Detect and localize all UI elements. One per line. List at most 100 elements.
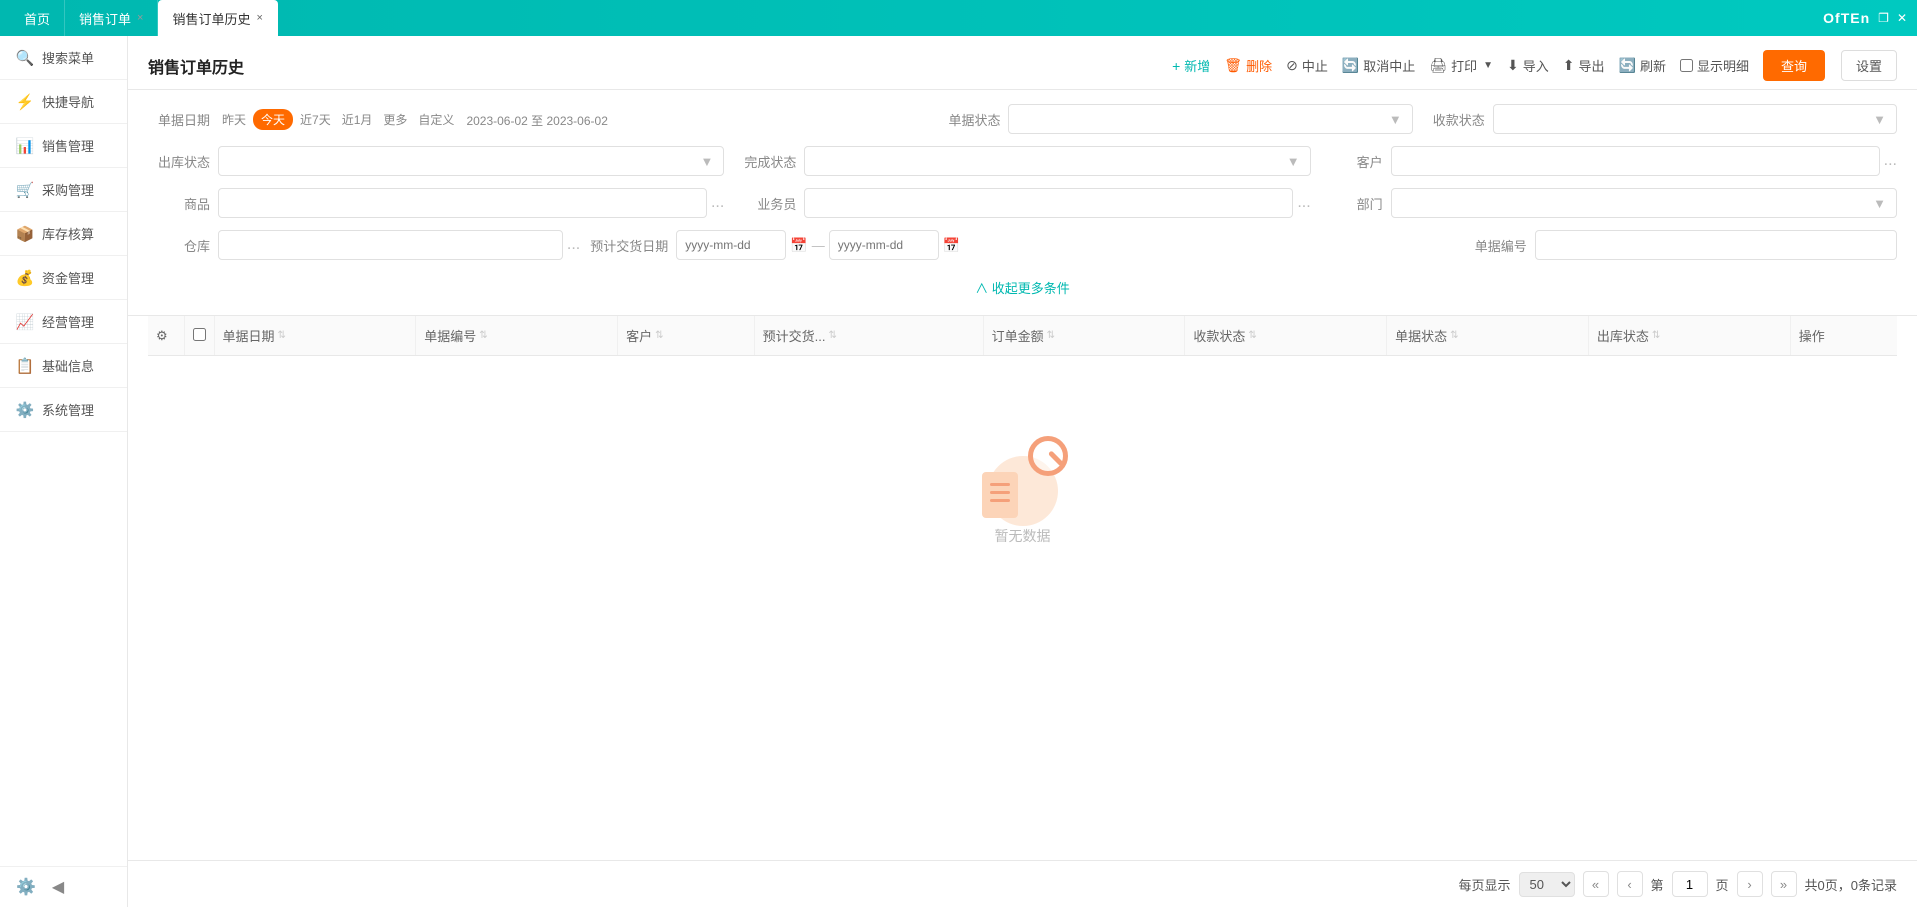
date-btn-yesterday[interactable]: 昨天: [218, 109, 250, 130]
next-page-button[interactable]: ›: [1737, 871, 1763, 897]
date-btn-more[interactable]: 更多: [379, 109, 411, 130]
filter-group-expected-date: 预计交货日期 📅 — 📅: [590, 230, 1455, 260]
goods-dots-icon[interactable]: ...: [711, 194, 724, 212]
filter-group-customer: 客户 ...: [1321, 146, 1897, 176]
basic-info-icon: 📋: [16, 357, 34, 375]
current-page-input[interactable]: [1672, 871, 1708, 897]
complete-status-label: 完成状态: [734, 152, 804, 171]
bill-status-select[interactable]: ▼: [1008, 104, 1412, 134]
th-check[interactable]: [184, 316, 214, 356]
sidebar-item-basic-info[interactable]: 📋 基础信息: [0, 344, 127, 388]
th-expected-delivery[interactable]: 预计交货... ⇅: [754, 316, 983, 356]
sidebar-item-quick-nav[interactable]: ⚡ 快捷导航: [0, 80, 127, 124]
last-page-button[interactable]: »: [1771, 871, 1797, 897]
close-tab-sales-order-history[interactable]: ×: [256, 12, 262, 24]
first-page-icon: «: [1592, 877, 1599, 892]
export-icon: ⬆: [1563, 57, 1575, 74]
show-detail-checkbox[interactable]: 显示明细: [1680, 56, 1749, 75]
sidebar-item-inventory[interactable]: 📦 库存核算: [0, 212, 127, 256]
sidebar-item-label: 销售管理: [42, 136, 94, 155]
first-page-button[interactable]: «: [1583, 871, 1609, 897]
calendar-to-icon[interactable]: 📅: [943, 237, 960, 254]
restore-icon[interactable]: ❐: [1878, 11, 1889, 25]
delete-button[interactable]: 🗑 删除: [1224, 56, 1272, 75]
th-bill-status[interactable]: 单据状态 ⇅: [1387, 316, 1589, 356]
department-ctrl: ▼: [1391, 188, 1897, 218]
th-out-status[interactable]: 出库状态 ⇅: [1588, 316, 1790, 356]
select-all-checkbox[interactable]: [193, 328, 206, 341]
expected-date-to-input[interactable]: [829, 230, 939, 260]
page-header: 销售订单历史 + 新增 🗑 删除 ⊘ 中止 🔄 取消中止: [128, 36, 1917, 90]
empty-magnifier: [1028, 436, 1068, 476]
expected-date-ctrl: 📅 — 📅: [676, 230, 1454, 260]
th-settings[interactable]: ⚙: [148, 316, 184, 356]
collapse-sidebar-icon[interactable]: ◀: [52, 877, 64, 897]
complete-status-select[interactable]: ▼: [804, 146, 1310, 176]
department-select[interactable]: ▼: [1391, 188, 1897, 218]
sidebar-item-sales-mgmt[interactable]: 📊 销售管理: [0, 124, 127, 168]
page-title: 销售订单历史: [148, 54, 244, 78]
th-payment-status[interactable]: 收款状态 ⇅: [1185, 316, 1387, 356]
show-detail-input[interactable]: [1680, 59, 1693, 72]
bill-status-ctrl: ▼: [1008, 104, 1412, 134]
prev-page-button[interactable]: ‹: [1617, 871, 1643, 897]
sort-bill-date-icon: ⇅: [278, 330, 286, 341]
calendar-from-icon[interactable]: 📅: [790, 237, 807, 254]
out-status-dropdown-icon: ▼: [700, 154, 713, 169]
close-tab-sales-order[interactable]: ×: [137, 12, 143, 24]
stop-button[interactable]: ⊘ 中止: [1286, 56, 1328, 75]
sidebar-item-system-mgmt[interactable]: ⚙️ 系统管理: [0, 388, 127, 432]
out-status-ctrl: ▼: [218, 146, 724, 176]
query-button[interactable]: 查询: [1763, 50, 1825, 81]
customer-input[interactable]: [1391, 146, 1880, 176]
date-btn-today[interactable]: 今天: [253, 109, 293, 130]
sort-out-status-icon: ⇅: [1652, 330, 1660, 341]
sidebar-item-finance[interactable]: 💰 资金管理: [0, 256, 127, 300]
date-btn-custom[interactable]: 自定义: [414, 109, 458, 130]
tab-home[interactable]: 首页: [10, 0, 65, 36]
date-btn-7days[interactable]: 近7天: [296, 109, 335, 130]
sort-customer-icon: ⇅: [655, 330, 663, 341]
out-status-select[interactable]: ▼: [218, 146, 724, 176]
salesperson-dots-icon[interactable]: ...: [1297, 194, 1310, 212]
print-button[interactable]: 🖨 打印 ▼: [1429, 56, 1493, 75]
goods-input[interactable]: [218, 188, 707, 218]
set-button[interactable]: 设置: [1841, 50, 1897, 81]
collapse-row[interactable]: ∧ 收起更多条件: [148, 272, 1897, 301]
customer-dots-icon[interactable]: ...: [1884, 152, 1897, 170]
tab-sales-order[interactable]: 销售订单 ×: [65, 0, 158, 36]
tab-sales-order-history[interactable]: 销售订单历史 ×: [158, 0, 277, 36]
close-icon[interactable]: ✕: [1897, 11, 1907, 25]
sidebar-item-label: 系统管理: [42, 400, 94, 419]
payment-status-select[interactable]: ▼: [1493, 104, 1897, 134]
th-customer[interactable]: 客户 ⇅: [618, 316, 755, 356]
goods-label: 商品: [148, 194, 218, 213]
bill-status-dropdown-icon: ▼: [1389, 112, 1402, 127]
out-status-label: 出库状态: [148, 152, 218, 171]
bill-no-input[interactable]: [1535, 230, 1897, 260]
th-bill-no[interactable]: 单据编号 ⇅: [416, 316, 618, 356]
filter-group-date: 单据日期 昨天 今天 近7天 近1月 更多 自定义 2023-06-02 至 2…: [148, 109, 938, 130]
warehouse-input[interactable]: [218, 230, 563, 260]
sidebar-item-operations[interactable]: 📈 经营管理: [0, 300, 127, 344]
date-btn-1month[interactable]: 近1月: [338, 109, 377, 130]
sidebar-item-search-menu[interactable]: 🔍 搜索菜单: [0, 36, 127, 80]
next-page-icon: ›: [1747, 877, 1751, 892]
th-order-amount[interactable]: 订单金额 ⇅: [983, 316, 1185, 356]
cancel-stop-button[interactable]: 🔄 取消中止: [1342, 56, 1415, 75]
filter-group-goods: 商品 ...: [148, 188, 724, 218]
page-size-select[interactable]: 50 20 100: [1519, 872, 1575, 897]
sidebar-item-purchase-mgmt[interactable]: 🛒 采购管理: [0, 168, 127, 212]
new-button[interactable]: + 新增: [1172, 56, 1210, 75]
refresh-button[interactable]: 🔄 刷新: [1619, 56, 1666, 75]
stop-icon: ⊘: [1286, 57, 1298, 74]
export-button[interactable]: ⬆ 导出: [1563, 56, 1605, 75]
salesperson-input[interactable]: [804, 188, 1293, 218]
warehouse-dots-icon[interactable]: ...: [567, 236, 580, 254]
settings-bottom-icon[interactable]: ⚙️: [16, 877, 36, 897]
th-bill-date[interactable]: 单据日期 ⇅: [214, 316, 416, 356]
import-button[interactable]: ⬇ 导入: [1507, 56, 1549, 75]
expected-date-from-input[interactable]: [676, 230, 786, 260]
date-dash: —: [812, 238, 825, 253]
date-ctrl: 昨天 今天 近7天 近1月 更多 自定义 2023-06-02 至 2023-0…: [218, 109, 938, 130]
